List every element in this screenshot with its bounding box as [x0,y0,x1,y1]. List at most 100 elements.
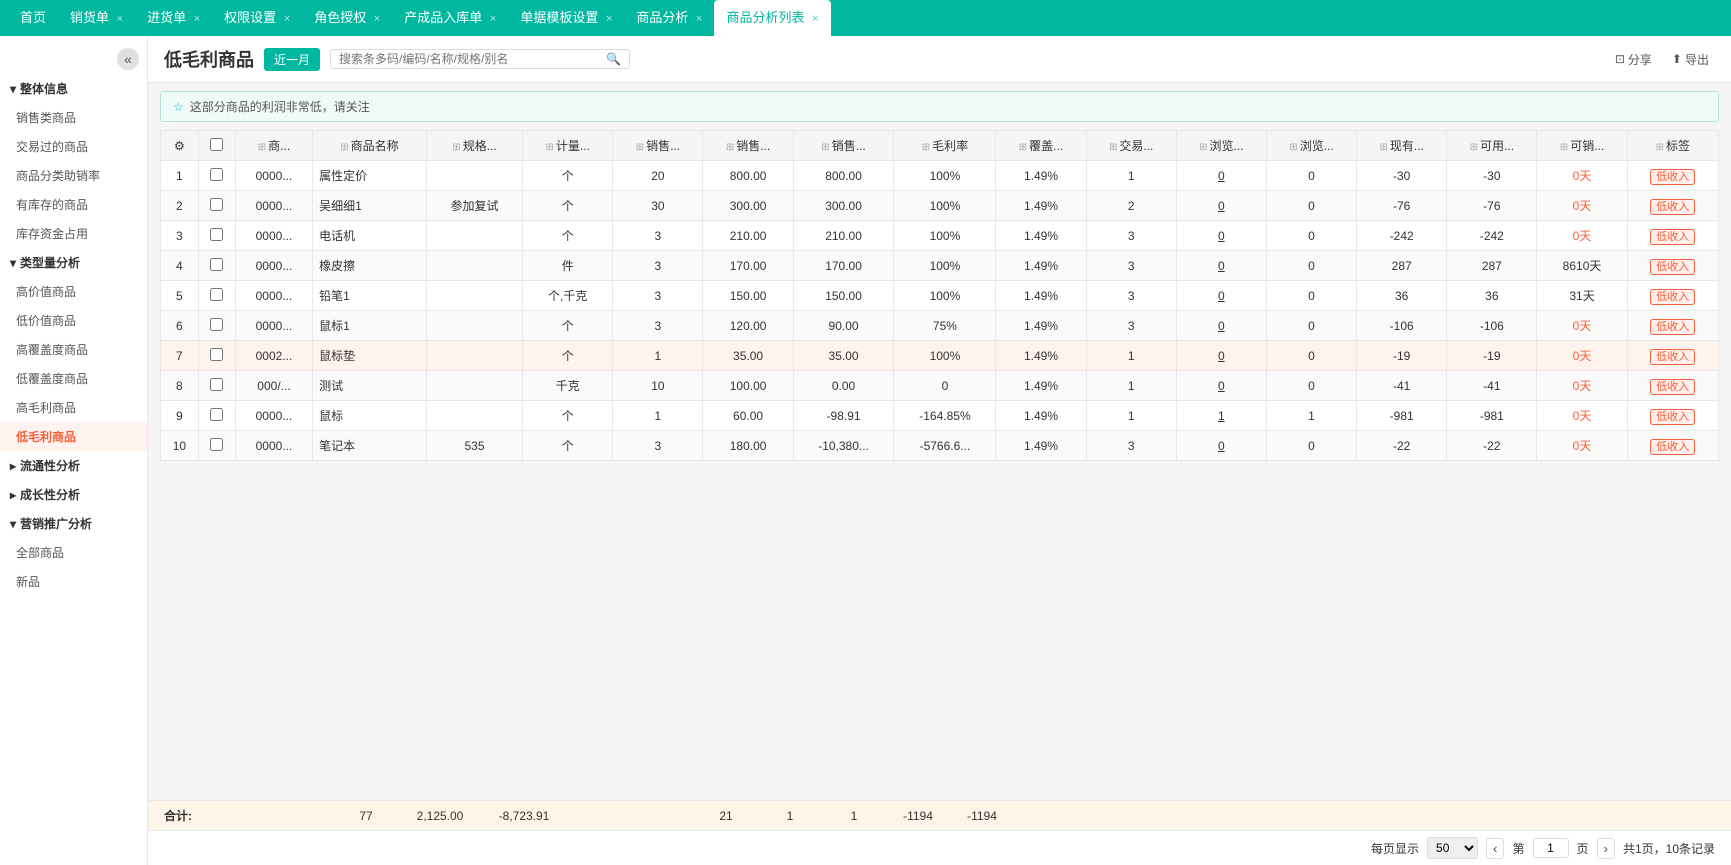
sidebar-item-low-coverage[interactable]: 低覆盖度商品 [0,364,147,393]
col-days[interactable]: ⊞可销... [1537,131,1627,161]
row-spec: 535 [426,431,522,461]
nav-product-analysis[interactable]: 商品分析 × [624,0,714,36]
row-checkbox[interactable] [198,161,235,191]
col-browse1[interactable]: ⊞浏览... [1176,131,1266,161]
row-checkbox[interactable] [198,341,235,371]
col-checkbox[interactable] [198,131,235,161]
nav-product-entry[interactable]: 产成品入库单 × [392,0,508,36]
row-current: -41 [1357,371,1447,401]
nav-sales-order[interactable]: 销货单 × [58,0,135,36]
sidebar-group-circulation-title[interactable]: ▸ 流通性分析 [0,451,147,480]
sidebar-group-growth-title[interactable]: ▸ 成长性分析 [0,480,147,509]
col-available[interactable]: ⊞可用... [1447,131,1537,161]
col-current[interactable]: ⊞现有... [1357,131,1447,161]
sidebar-item-low-profit[interactable]: 低毛利商品 [0,422,147,451]
nav-home[interactable]: 首页 [8,0,58,36]
sidebar-group-overall-title[interactable]: ▾ 整体信息 [0,74,147,103]
col-name[interactable]: ⊞商品名称 [313,131,427,161]
sidebar-item-high-profit[interactable]: 高毛利商品 [0,393,147,422]
sidebar-item-all-goods[interactable]: 全部商品 [0,538,147,567]
col-unit[interactable]: ⊞计量... [523,131,613,161]
col-gross-rate[interactable]: ⊞毛利率 [894,131,996,161]
sidebar-item-stock-goods[interactable]: 有库存的商品 [0,190,147,219]
select-all-checkbox[interactable] [210,138,223,151]
sidebar-item-traded-goods[interactable]: 交易过的商品 [0,132,147,161]
col-code[interactable]: ⊞商... [235,131,312,161]
row-browse1[interactable]: 0 [1176,191,1266,221]
row-no: 5 [161,281,199,311]
row-checkbox[interactable] [198,191,235,221]
filter-period-button[interactable]: 近一月 [264,48,320,71]
close-product-icon[interactable]: × [490,13,496,25]
sidebar-item-high-coverage[interactable]: 高覆盖度商品 [0,335,147,364]
row-checkbox[interactable] [198,401,235,431]
close-purchase-order-icon[interactable]: × [194,13,200,25]
sidebar-group-marketing-title[interactable]: ▾ 营销推广分析 [0,509,147,538]
row-transactions: 1 [1086,401,1176,431]
close-template-icon[interactable]: × [606,13,612,25]
search-icon[interactable]: 🔍 [606,52,621,66]
close-sales-order-icon[interactable]: × [117,13,123,25]
nav-product-analysis-list[interactable]: 商品分析列表 × [714,0,830,36]
col-settings[interactable]: ⚙ [161,131,199,161]
row-no: 7 [161,341,199,371]
row-checkbox[interactable] [198,431,235,461]
col-transactions[interactable]: ⊞交易... [1086,131,1176,161]
row-available: -981 [1447,401,1537,431]
page-size-select[interactable]: 50 20 100 [1427,837,1478,859]
row-checkbox[interactable] [198,221,235,251]
nav-template-settings[interactable]: 单据模板设置 × [508,0,624,36]
search-input[interactable] [339,52,602,66]
close-analysis-icon[interactable]: × [696,13,702,25]
col-coverage[interactable]: ⊞覆盖... [996,131,1086,161]
row-browse1[interactable]: 0 [1176,431,1266,461]
close-permission-icon[interactable]: × [284,13,290,25]
row-browse1[interactable]: 0 [1176,371,1266,401]
nav-purchase-order[interactable]: 进货单 × [135,0,212,36]
row-browse1[interactable]: 0 [1176,221,1266,251]
sidebar-item-sales-goods[interactable]: 销售类商品 [0,103,147,132]
sidebar-item-high-value[interactable]: 高价值商品 [0,277,147,306]
col-price[interactable]: ⊞销售... [703,131,793,161]
row-transactions: 2 [1086,191,1176,221]
row-code: 0002... [235,341,312,371]
row-checkbox[interactable] [198,281,235,311]
row-browse1[interactable]: 0 [1176,161,1266,191]
share-button[interactable]: ⊡ 分享 [1609,48,1658,71]
close-role-icon[interactable]: × [374,13,380,25]
prev-page-button[interactable]: ‹ [1486,838,1504,859]
row-checkbox[interactable] [198,311,235,341]
row-name: 属性定价 [313,161,427,191]
nav-permission-settings[interactable]: 权限设置 × [212,0,302,36]
sidebar-item-stock-capital[interactable]: 库存资金占用 [0,219,147,248]
col-browse2[interactable]: ⊞浏览... [1266,131,1356,161]
col-sales-amt[interactable]: ⊞销售... [793,131,894,161]
row-current: 287 [1357,251,1447,281]
row-browse2: 0 [1266,221,1356,251]
col-tag[interactable]: ⊞标签 [1627,131,1718,161]
sidebar-collapse-button[interactable]: « [117,48,139,70]
row-browse2: 0 [1266,191,1356,221]
row-browse1[interactable]: 0 [1176,281,1266,311]
sidebar-group-type-title[interactable]: ▾ 类型量分析 [0,248,147,277]
data-table: ⚙ ⊞商... ⊞商品名称 ⊞规格... ⊞计量... ⊞销售... ⊞销售..… [160,130,1719,461]
export-icon: ⬆ [1672,52,1682,66]
sidebar-item-category-rate[interactable]: 商品分类助销率 [0,161,147,190]
row-checkbox[interactable] [198,371,235,401]
close-analysis-list-icon[interactable]: × [812,13,818,25]
row-browse1[interactable]: 1 [1176,401,1266,431]
row-checkbox[interactable] [198,251,235,281]
sidebar-item-low-value[interactable]: 低价值商品 [0,306,147,335]
col-spec[interactable]: ⊞规格... [426,131,522,161]
row-qty: 3 [613,221,703,251]
sidebar-item-new-goods[interactable]: 新品 [0,567,147,596]
row-browse1[interactable]: 0 [1176,341,1266,371]
row-browse1[interactable]: 0 [1176,311,1266,341]
export-button[interactable]: ⬆ 导出 [1666,48,1715,71]
row-browse1[interactable]: 0 [1176,251,1266,281]
col-qty[interactable]: ⊞销售... [613,131,703,161]
nav-role-auth[interactable]: 角色授权 × [302,0,392,36]
next-page-button[interactable]: › [1597,838,1615,859]
page-number-input[interactable] [1533,838,1569,858]
notice-star-icon: ☆ [173,100,184,114]
